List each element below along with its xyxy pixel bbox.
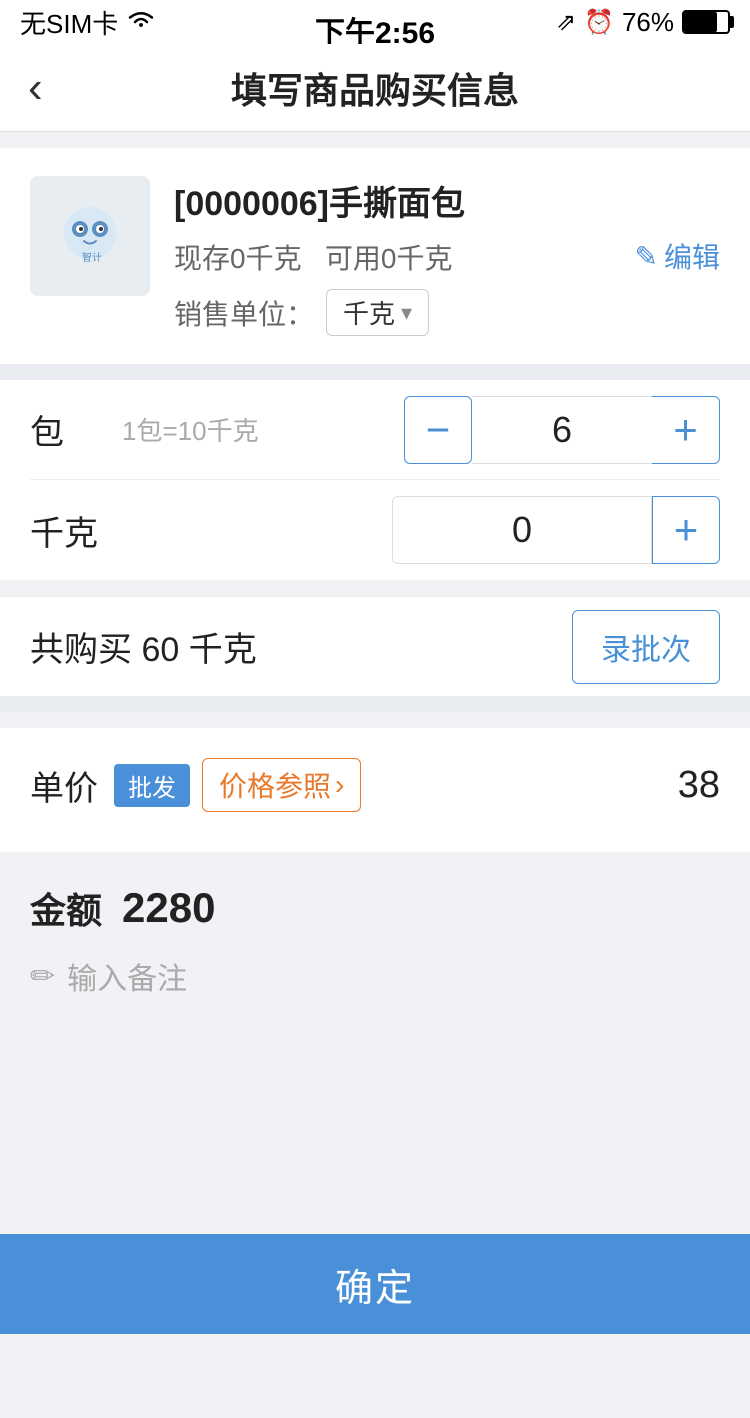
product-image: 智计 <box>30 176 150 296</box>
product-unit-row: 销售单位： 千克 ▾ <box>174 289 720 336</box>
page-title: 填写商品购买信息 <box>231 62 519 114</box>
status-left: 无SIM卡 <box>20 4 156 41</box>
carrier-text: 无SIM卡 <box>20 4 118 41</box>
remark-placeholder: 输入备注 <box>67 954 187 998</box>
divider-1 <box>0 364 750 380</box>
remark-row[interactable]: ✏ 输入备注 <box>30 954 720 998</box>
batch-button[interactable]: 录批次 <box>572 610 720 684</box>
unit-select[interactable]: 千克 ▾ <box>326 289 429 336</box>
price-ref-button[interactable]: 价格参照 › <box>202 758 361 812</box>
kg-increment-button[interactable]: + <box>652 496 720 564</box>
battery-percent: 76% <box>622 7 674 38</box>
amount-label: 金额 <box>30 882 102 934</box>
price-tag: 批发 <box>114 764 190 807</box>
price-row: 单价 批发 价格参照 › 38 <box>30 758 720 812</box>
amount-section: 金额 2280 ✏ 输入备注 <box>0 852 750 1018</box>
summary-section: 共购买 60 千克 录批次 <box>0 596 750 696</box>
svg-text:智计: 智计 <box>82 251 102 263</box>
kg-row: 千克 + <box>30 480 720 580</box>
pencil-icon: ✏ <box>30 959 55 994</box>
battery-icon <box>682 10 730 34</box>
back-button[interactable]: ‹ <box>28 66 43 110</box>
price-section: 单价 批发 价格参照 › 38 <box>0 728 750 852</box>
chevron-right-icon: › <box>335 769 344 801</box>
status-right: ⇗ ⏰ 76% <box>556 7 730 38</box>
wifi-icon <box>126 7 156 38</box>
product-name: [0000006]手撕面包 <box>174 176 720 225</box>
summary-text: 共购买 60 千克 <box>30 622 572 671</box>
product-info-row: 智计 [0000006]手撕面包 现存0千克 可用0千克 销售单位： 千克 ▾ <box>0 148 750 364</box>
status-bar: 无SIM卡 下午2:56 ⇗ ⏰ 76% <box>0 0 750 44</box>
price-value: 38 <box>678 764 720 807</box>
bao-decrement-button[interactable]: − <box>404 396 472 464</box>
bao-sublabel: 1包=10千克 <box>122 411 404 448</box>
divider-2 <box>0 696 750 712</box>
edit-icon: ✎ <box>635 240 658 273</box>
nav-bar: ‹ 填写商品购买信息 <box>0 44 750 132</box>
alarm-icon: ⏰ <box>584 8 614 37</box>
product-card: 智计 [0000006]手撕面包 现存0千克 可用0千克 销售单位： 千克 ▾ <box>0 148 750 364</box>
edit-button[interactable]: ✎ 编辑 <box>635 236 720 276</box>
bao-row: 包 1包=10千克 − + <box>30 380 720 480</box>
confirm-button[interactable]: 确定 <box>0 1234 750 1334</box>
bao-label: 包 <box>30 405 110 454</box>
bao-increment-button[interactable]: + <box>652 396 720 464</box>
kg-controls: + <box>392 496 720 564</box>
input-section: 包 1包=10千克 − + 千克 + <box>0 380 750 580</box>
dropdown-icon: ▾ <box>401 300 412 326</box>
bao-controls: − + <box>404 396 720 464</box>
kg-value-input[interactable] <box>392 496 652 564</box>
product-owl-icon: 智计 <box>60 203 120 269</box>
kg-label: 千克 <box>30 506 110 555</box>
location-icon: ⇗ <box>556 8 576 37</box>
amount-row: 金额 2280 <box>30 882 720 934</box>
amount-value: 2280 <box>122 884 215 932</box>
price-label: 单价 <box>30 761 98 810</box>
bao-value-input[interactable] <box>472 396 652 464</box>
